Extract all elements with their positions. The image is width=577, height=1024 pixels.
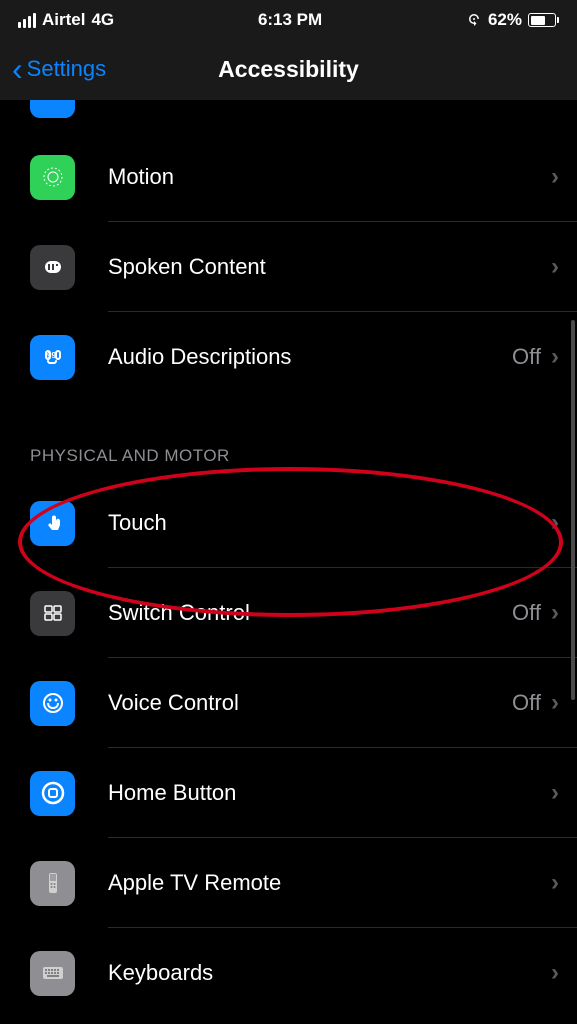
list-row-audio-descriptions[interactable]: 99 Audio Descriptions Off › bbox=[0, 312, 577, 402]
chevron-right-icon: › bbox=[551, 253, 559, 281]
list-row-spoken-content[interactable]: Spoken Content › bbox=[0, 222, 577, 312]
row-label: Voice Control bbox=[108, 690, 512, 716]
motion-icon bbox=[30, 155, 75, 200]
status-bar: Airtel 4G 6:13 PM 62% bbox=[0, 0, 577, 38]
signal-strength-icon bbox=[18, 13, 36, 28]
list-row-home-button[interactable]: Home Button › bbox=[0, 748, 577, 838]
list-row-touch[interactable]: Touch › bbox=[0, 478, 577, 568]
row-value: Off bbox=[512, 344, 541, 370]
apple-tv-remote-icon bbox=[30, 861, 75, 906]
section-header-physical: PHYSICAL AND MOTOR bbox=[0, 402, 577, 478]
chevron-right-icon: › bbox=[551, 599, 559, 627]
chevron-right-icon: › bbox=[551, 343, 559, 371]
status-right: 62% bbox=[466, 10, 559, 30]
list-row-switch-control[interactable]: Switch Control Off › bbox=[0, 568, 577, 658]
status-time: 6:13 PM bbox=[258, 10, 322, 30]
row-label: Touch bbox=[108, 510, 551, 536]
svg-text:99: 99 bbox=[47, 351, 56, 360]
chevron-right-icon: › bbox=[551, 509, 559, 537]
row-label: Apple TV Remote bbox=[108, 870, 551, 896]
voice-control-icon bbox=[30, 681, 75, 726]
list-row-voice-control[interactable]: Voice Control Off › bbox=[0, 658, 577, 748]
carrier-label: Airtel bbox=[42, 10, 85, 30]
partial-icon bbox=[30, 100, 75, 118]
row-label: Spoken Content bbox=[108, 254, 551, 280]
battery-icon bbox=[528, 13, 559, 27]
list-row-motion[interactable]: Motion › bbox=[0, 132, 577, 222]
chevron-right-icon: › bbox=[551, 689, 559, 717]
list-row-apple-tv-remote[interactable]: Apple TV Remote › bbox=[0, 838, 577, 928]
row-label: Motion bbox=[108, 164, 551, 190]
navigation-bar: ‹ Settings Accessibility bbox=[0, 38, 577, 100]
chevron-right-icon: › bbox=[551, 959, 559, 987]
chevron-right-icon: › bbox=[551, 779, 559, 807]
keyboards-icon bbox=[30, 951, 75, 996]
audio-descriptions-icon: 99 bbox=[30, 335, 75, 380]
row-value: Off bbox=[512, 600, 541, 626]
scrollbar[interactable] bbox=[571, 320, 575, 700]
row-label: Keyboards bbox=[108, 960, 551, 986]
row-label: Audio Descriptions bbox=[108, 344, 512, 370]
list-row-partial bbox=[30, 100, 577, 132]
back-button[interactable]: ‹ Settings bbox=[12, 53, 106, 85]
chevron-right-icon: › bbox=[551, 163, 559, 191]
row-value: Off bbox=[512, 690, 541, 716]
chevron-left-icon: ‹ bbox=[12, 53, 23, 85]
row-label: Switch Control bbox=[108, 600, 512, 626]
row-label: Home Button bbox=[108, 780, 551, 806]
touch-icon bbox=[30, 501, 75, 546]
chevron-right-icon: › bbox=[551, 869, 559, 897]
network-type-label: 4G bbox=[91, 10, 114, 30]
home-button-icon bbox=[30, 771, 75, 816]
spoken-content-icon bbox=[30, 245, 75, 290]
status-left: Airtel 4G bbox=[18, 10, 114, 30]
settings-list[interactable]: Motion › Spoken Content › 99 Audio Descr… bbox=[0, 100, 577, 1018]
battery-percent-label: 62% bbox=[488, 10, 522, 30]
switch-control-icon bbox=[30, 591, 75, 636]
rotation-lock-icon bbox=[466, 12, 482, 28]
page-title: Accessibility bbox=[218, 56, 359, 83]
back-button-label: Settings bbox=[27, 56, 107, 82]
list-row-keyboards[interactable]: Keyboards › bbox=[0, 928, 577, 1018]
